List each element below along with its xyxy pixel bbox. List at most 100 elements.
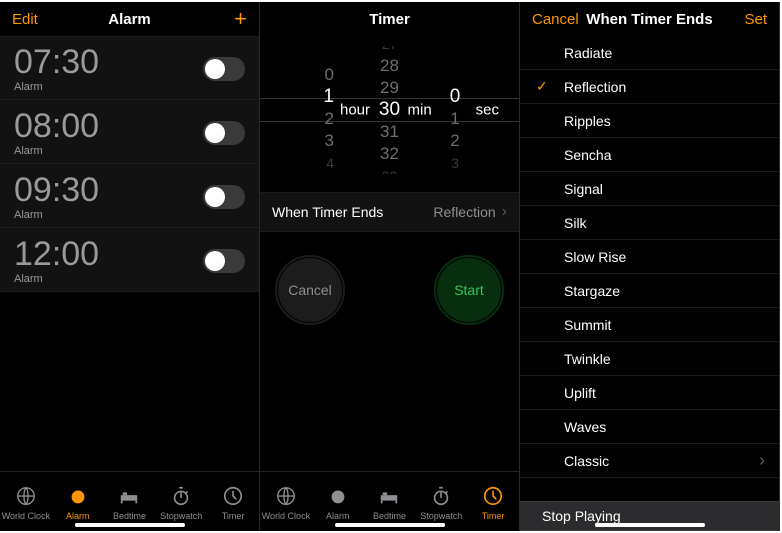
tab-timer[interactable]: Timer <box>467 472 519 525</box>
sound-item[interactable]: Classic <box>520 444 779 478</box>
picker-value: 29 <box>380 77 399 99</box>
tab-label: Stopwatch <box>420 511 462 521</box>
sound-item[interactable]: Signal <box>520 172 779 206</box>
nav-title: Alarm <box>108 11 151 28</box>
picker-value: 0 <box>325 64 334 86</box>
when-timer-ends-screen: Cancel When Timer Ends Set RadiateReflec… <box>520 2 780 531</box>
bedtime-icon <box>378 485 400 509</box>
nav-title: Timer <box>369 11 410 28</box>
section-gap <box>520 478 779 501</box>
alarm-label: Alarm <box>14 81 99 93</box>
picker-value: 2 <box>325 108 334 130</box>
alarm-time: 12:00 <box>14 237 99 271</box>
alarm-time: 08:00 <box>14 109 99 143</box>
chevron-right-icon: › <box>502 203 507 221</box>
picker-value: 33 <box>382 165 398 174</box>
tab-bedtime[interactable]: Bedtime <box>104 472 156 525</box>
tab-bar: World Clock Alarm Bedtime Stopwatch Timer <box>0 471 259 531</box>
tab-stopwatch[interactable]: Stopwatch <box>155 472 207 525</box>
picker-value: 32 <box>380 143 399 165</box>
unit-sec: sec <box>476 102 499 119</box>
tab-alarm[interactable]: Alarm <box>312 472 364 525</box>
tab-label: Stopwatch <box>160 511 202 521</box>
set-button[interactable]: Set <box>713 11 767 28</box>
alarm-icon <box>67 485 89 509</box>
sound-item[interactable]: Twinkle <box>520 342 779 376</box>
alarm-time: 09:30 <box>14 173 99 207</box>
picker-value: 31 <box>380 121 399 143</box>
home-indicator <box>595 523 705 527</box>
when-timer-ends-value: Reflection <box>433 204 495 220</box>
alarm-row[interactable]: 07:30 Alarm <box>0 36 259 100</box>
sound-item[interactable]: Stargaze <box>520 274 779 308</box>
sound-item[interactable]: Reflection <box>520 70 779 104</box>
alarm-screen: Edit Alarm + 07:30Alarm08:00Alarm09:30Al… <box>0 2 260 531</box>
sound-item[interactable]: Uplift <box>520 376 779 410</box>
sound-list: RadiateReflectionRipplesSenchaSignalSilk… <box>520 36 779 531</box>
picker-value: 1 <box>323 86 334 108</box>
alarm-list: 07:30 Alarm 08:00Alarm09:30Alarm 12:00 Alarm <box>0 36 259 292</box>
alarm-row[interactable]: 09:30Alarm <box>0 164 259 228</box>
alarm-row[interactable]: 08:00Alarm <box>0 100 259 164</box>
timer-screen: Timer 01234 27282930313233 0123 hour min… <box>260 2 520 531</box>
alarm-toggle[interactable] <box>203 121 245 145</box>
empty-area <box>0 292 259 471</box>
tab-timer[interactable]: Timer <box>207 472 259 525</box>
start-button[interactable]: Start <box>437 258 501 322</box>
nav-bar: Edit Alarm + <box>0 2 259 36</box>
worldclock-icon <box>15 485 37 509</box>
tab-alarm[interactable]: Alarm <box>52 472 104 525</box>
timer-icon <box>222 485 244 509</box>
alarm-time: 07:30 <box>14 45 99 79</box>
sound-item[interactable]: Silk <box>520 206 779 240</box>
tab-label: World Clock <box>262 511 310 521</box>
sound-item[interactable]: Slow Rise <box>520 240 779 274</box>
add-alarm-button[interactable]: + <box>193 8 247 30</box>
cancel-button[interactable]: Cancel <box>532 11 586 28</box>
when-timer-ends-label: When Timer Ends <box>272 204 383 220</box>
picker-value: 1 <box>450 108 459 130</box>
picker-value: 3 <box>451 152 459 174</box>
when-timer-ends-row[interactable]: When Timer Ends Reflection › <box>260 192 519 232</box>
tab-label: Bedtime <box>373 511 406 521</box>
tab-label: Alarm <box>66 511 90 521</box>
bedtime-icon <box>118 485 140 509</box>
time-picker[interactable]: 01234 27282930313233 0123 hour min sec <box>260 46 519 174</box>
alarm-toggle[interactable] <box>203 57 245 81</box>
picker-value: 27 <box>382 46 398 55</box>
alarm-label: Alarm <box>14 273 99 285</box>
unit-min: min <box>408 102 432 119</box>
nav-title: When Timer Ends <box>586 11 712 28</box>
timer-icon <box>482 485 504 509</box>
plus-icon: + <box>234 8 247 30</box>
sound-item[interactable]: Ripples <box>520 104 779 138</box>
alarm-icon <box>327 485 349 509</box>
stopwatch-icon <box>430 485 452 509</box>
sound-item[interactable]: Waves <box>520 410 779 444</box>
home-indicator <box>75 523 185 527</box>
picker-value: 3 <box>325 130 334 152</box>
tab-worldclock[interactable]: World Clock <box>260 472 312 525</box>
empty-area <box>260 322 519 471</box>
alarm-row[interactable]: 12:00 Alarm <box>0 228 259 292</box>
tab-label: Alarm <box>326 511 350 521</box>
tab-bedtime[interactable]: Bedtime <box>364 472 416 525</box>
sound-item[interactable]: Sencha <box>520 138 779 172</box>
tab-label: Timer <box>482 511 505 521</box>
tab-stopwatch[interactable]: Stopwatch <box>415 472 467 525</box>
sound-item[interactable]: Summit <box>520 308 779 342</box>
button-row: Cancel Start <box>260 232 519 322</box>
cancel-button[interactable]: Cancel <box>278 258 342 322</box>
home-indicator <box>335 523 445 527</box>
alarm-toggle[interactable] <box>203 249 245 273</box>
nav-bar: Timer <box>260 2 519 36</box>
edit-button[interactable]: Edit <box>12 11 66 28</box>
nav-bar: Cancel When Timer Ends Set <box>520 2 779 36</box>
sound-item[interactable]: Radiate <box>520 36 779 70</box>
stopwatch-icon <box>170 485 192 509</box>
tab-label: World Clock <box>2 511 50 521</box>
alarm-toggle[interactable] <box>203 185 245 209</box>
unit-hour: hour <box>340 102 370 119</box>
worldclock-icon <box>275 485 297 509</box>
tab-worldclock[interactable]: World Clock <box>0 472 52 525</box>
